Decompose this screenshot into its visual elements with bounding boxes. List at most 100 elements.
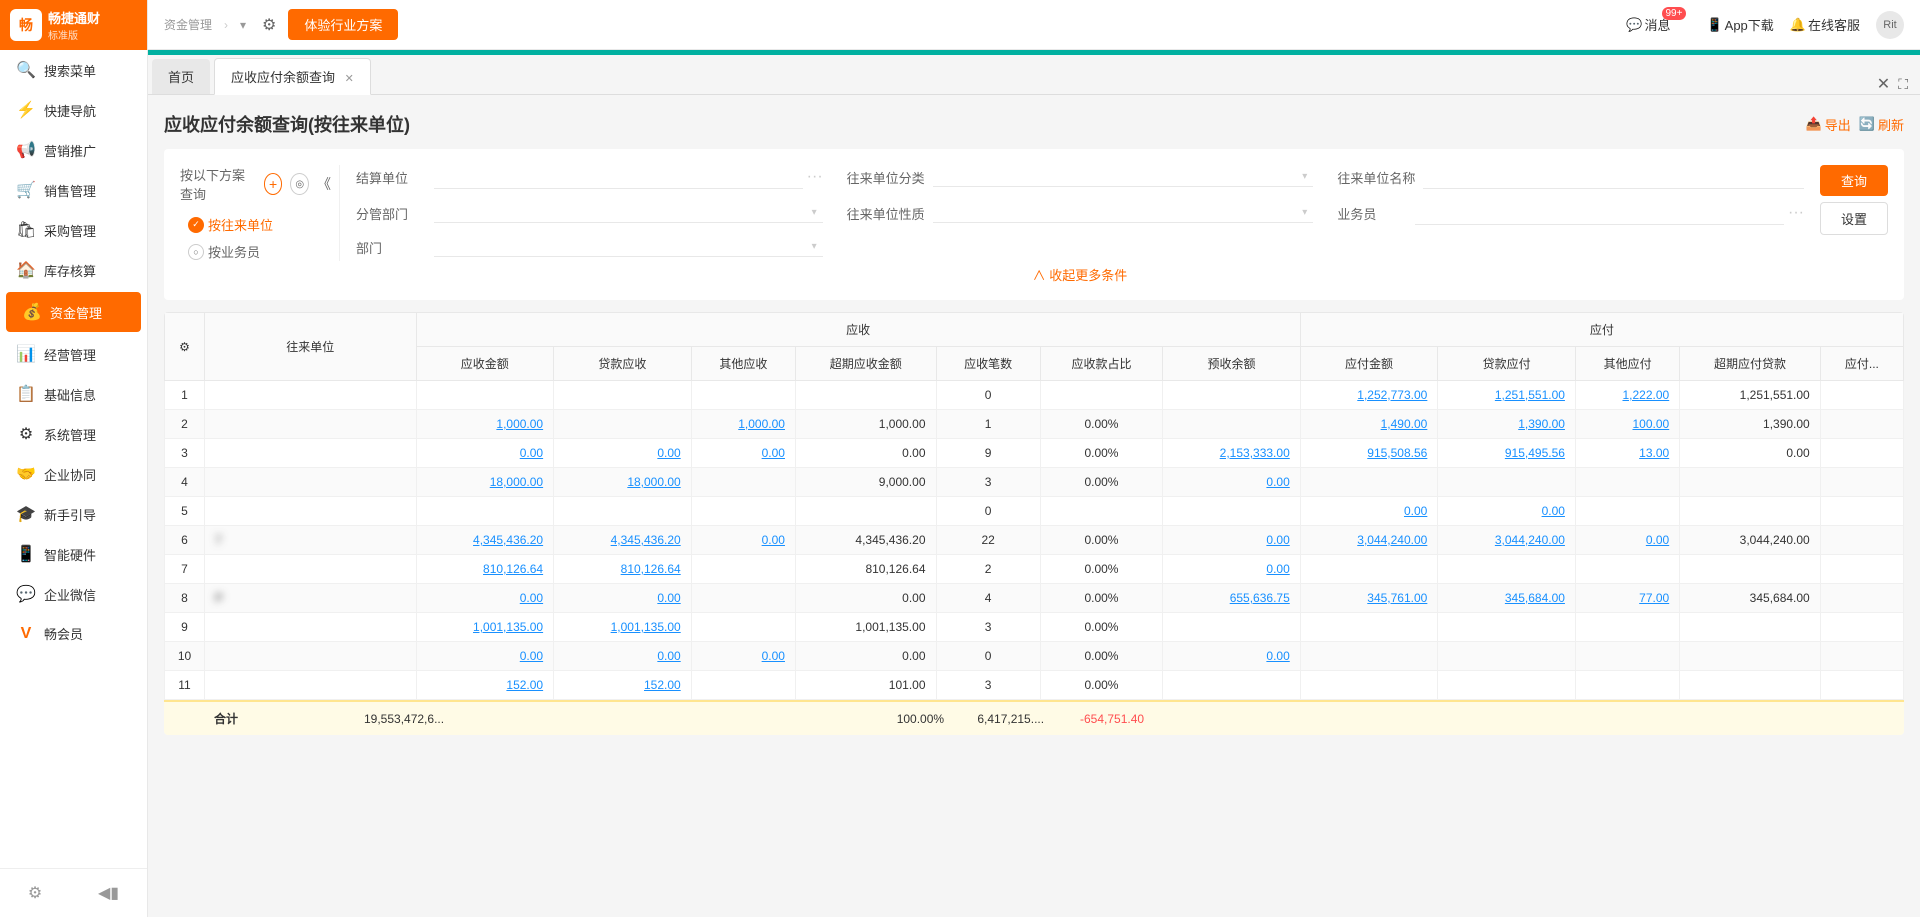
filter-row-salesman: 业务员 ···	[1337, 201, 1804, 225]
collapse-sidebar-btn[interactable]: ◀▮	[88, 877, 129, 909]
online-service-btn[interactable]: 🔔 在线客服	[1790, 15, 1860, 34]
filter-rows: 结算单位 ··· 往来单位分类 ▾	[356, 165, 1804, 257]
finance-icon: 💰	[22, 302, 42, 322]
table-row: 11152.00152.00101.0030.00%	[165, 671, 1904, 700]
sidebar-item-finance[interactable]: 💰 资金管理	[6, 292, 141, 332]
export-btn[interactable]: 📤 导出	[1806, 115, 1851, 134]
sidebar-bottom: ⚙ ◀▮	[0, 868, 147, 917]
settlement-unit-input-wrap: ···	[434, 165, 823, 189]
footer-ar-ratio: 100.00%	[854, 712, 954, 726]
filter-row-settlement: 结算单位 ···	[356, 165, 823, 189]
th-overdue-ar: 超期应收金额	[795, 347, 936, 381]
sales-icon: 🛒	[16, 180, 36, 200]
smart-hw-icon: 📱	[16, 544, 36, 564]
salesman-input[interactable]	[1415, 201, 1784, 225]
salesman-dots[interactable]: ···	[1788, 204, 1804, 222]
filter-add-btn[interactable]: +	[264, 173, 283, 195]
sidebar-item-wechat[interactable]: 💬 企业微信	[0, 574, 147, 614]
query-btn[interactable]: 查询	[1820, 165, 1888, 196]
th-loan-ap: 贷款应付	[1438, 347, 1576, 381]
filter-collapse-btn[interactable]: ∧ 收起更多条件	[1033, 268, 1128, 283]
settings-bottom-btn[interactable]: ⚙	[18, 877, 52, 909]
sidebar-item-quick-nav[interactable]: ⚡ 快捷导航	[0, 90, 147, 130]
filter-row-dept: 部门 ▾	[356, 237, 823, 257]
refresh-btn[interactable]: 🔄 刷新	[1859, 115, 1904, 134]
sidebar-item-sales[interactable]: 🛒 销售管理	[0, 170, 147, 210]
th-ap-more: 应付...	[1820, 347, 1903, 381]
filter-top-row: 按以下方案查询 + ◎ 《	[180, 165, 331, 203]
table-row: 500.000.00	[165, 497, 1904, 526]
topbar-chevron[interactable]: ▾	[240, 18, 246, 32]
sidebar-item-member[interactable]: V 畅会员	[0, 614, 147, 653]
logo-text: 畅捷通财 标准版	[48, 8, 100, 42]
th-ar-amount: 应收金额	[416, 347, 554, 381]
filter-action-btns: 查询 设置	[1820, 165, 1888, 235]
sidebar-item-enterprise[interactable]: 🤝 企业协同	[0, 454, 147, 494]
search-icon: 🔍	[16, 60, 36, 80]
footer-ap-total: -654,751.40	[1054, 712, 1154, 726]
guide-icon: 🎓	[16, 504, 36, 524]
dept-supervisor-select[interactable]: ▾	[434, 203, 823, 223]
tab-home[interactable]: 首页	[152, 59, 210, 94]
topbar-gear-icon[interactable]: ⚙	[262, 15, 276, 35]
partner-nature-select[interactable]: ▾	[933, 203, 1314, 223]
data-table: ⚙ 往来单位 应收 应付 应收金额 贷款应收 其他应收 超期应收金额 应收笔数 …	[164, 312, 1904, 700]
sidebar-item-operation[interactable]: 📊 经营管理	[0, 334, 147, 374]
operation-icon: 📊	[16, 344, 36, 364]
scheme-btn[interactable]: 体验行业方案	[288, 9, 398, 40]
th-yingshou-group: 应收	[416, 313, 1300, 347]
tab-bar: 首页 应收应付余额查询 ✕ ✕ ⛶	[148, 55, 1920, 95]
filter-circle-btn[interactable]: ◎	[290, 173, 309, 195]
export-icon: 📤	[1806, 116, 1822, 132]
filter-area: 按以下方案查询 + ◎ 《 ✓ 按往来单位 ○ 按业务员	[164, 149, 1904, 300]
logo-icon: 畅	[10, 9, 42, 41]
sidebar-item-purchase[interactable]: 🛍 采购管理	[0, 210, 147, 250]
sidebar-item-guide[interactable]: 🎓 新手引导	[0, 494, 147, 534]
member-icon: V	[16, 625, 36, 643]
sidebar-item-marketing[interactable]: 📢 营销推广	[0, 130, 147, 170]
filter-scheme-list: ✓ 按往来单位 ○ 按业务员	[188, 215, 331, 261]
page-header: 应收应付余额查询(按往来单位) 📤 导出 🔄 刷新	[164, 111, 1904, 137]
topbar: 资金管理 › ▾ ⚙ 体验行业方案 💬 消息 99+ 📱 App下载 🔔 在线客…	[148, 0, 1920, 50]
th-loan-ar: 贷款应收	[554, 347, 692, 381]
table-row: 91,001,135.001,001,135.001,001,135.0030.…	[165, 613, 1904, 642]
footer-prepay: 6,417,215....	[954, 712, 1054, 726]
table-row: 7810,126.64810,126.64810,126.6420.00%0.0…	[165, 555, 1904, 584]
tab-close-window-icon[interactable]: ✕	[1877, 74, 1890, 94]
page-actions: 📤 导出 🔄 刷新	[1806, 115, 1904, 134]
settlement-unit-dots[interactable]: ···	[807, 168, 823, 186]
th-ap-amount: 应付金额	[1300, 347, 1438, 381]
filter-scheme-by-salesman[interactable]: ○ 按业务员	[188, 242, 331, 261]
sidebar-item-basic-info[interactable]: 📋 基础信息	[0, 374, 147, 414]
partner-category-chevron: ▾	[1302, 171, 1307, 182]
filter-collapse-area: ∧ 收起更多条件	[356, 265, 1804, 284]
page-title: 应收应付余额查询(按往来单位)	[164, 111, 410, 137]
app-download-btn[interactable]: 📱 App下载	[1706, 15, 1773, 34]
salesman-input-wrap: ···	[1415, 201, 1804, 225]
sidebar-item-warehouse[interactable]: 🏠 库存核算	[0, 250, 147, 290]
filter-settings-btn[interactable]: 设置	[1820, 202, 1888, 235]
th-ar-ratio: 应收款占比	[1040, 347, 1162, 381]
table-footer: 合计 19,553,472,6... 100.00% 6,417,215....…	[164, 700, 1904, 735]
sidebar-item-sys-admin[interactable]: ⚙ 系统管理	[0, 414, 147, 454]
partner-name-input[interactable]	[1423, 165, 1804, 189]
dept-chevron: ▾	[812, 241, 817, 252]
tab-close-icon[interactable]: ✕	[345, 73, 354, 85]
notification-badge: 99+	[1662, 7, 1687, 20]
marketing-icon: 📢	[16, 140, 36, 160]
filter-scheme-by-partner[interactable]: ✓ 按往来单位	[188, 215, 331, 234]
th-config[interactable]: ⚙	[165, 313, 205, 381]
settlement-unit-input[interactable]	[434, 165, 803, 189]
partner-category-select[interactable]: ▾	[933, 167, 1314, 187]
data-table-container: ⚙ 往来单位 应收 应付 应收金额 贷款应收 其他应收 超期应收金额 应收笔数 …	[164, 312, 1904, 735]
tab-ar-ap-query[interactable]: 应收应付余额查询 ✕	[214, 58, 371, 95]
filter-arrow-btn[interactable]: 《	[317, 174, 331, 194]
notification-icon: 💬	[1626, 17, 1642, 33]
notification-btn[interactable]: 💬 消息 99+	[1626, 15, 1670, 34]
dept-select[interactable]: ▾	[434, 237, 823, 257]
tab-fullscreen-icon[interactable]: ⛶	[1898, 76, 1908, 93]
sidebar-item-smart-hw[interactable]: 📱 智能硬件	[0, 534, 147, 574]
table-row: 8P0.000.000.0040.00%655,636.75345,761.00…	[165, 584, 1904, 613]
user-avatar[interactable]: Rit	[1876, 11, 1904, 39]
sidebar-item-search-menu[interactable]: 🔍 搜索菜单	[0, 50, 147, 90]
